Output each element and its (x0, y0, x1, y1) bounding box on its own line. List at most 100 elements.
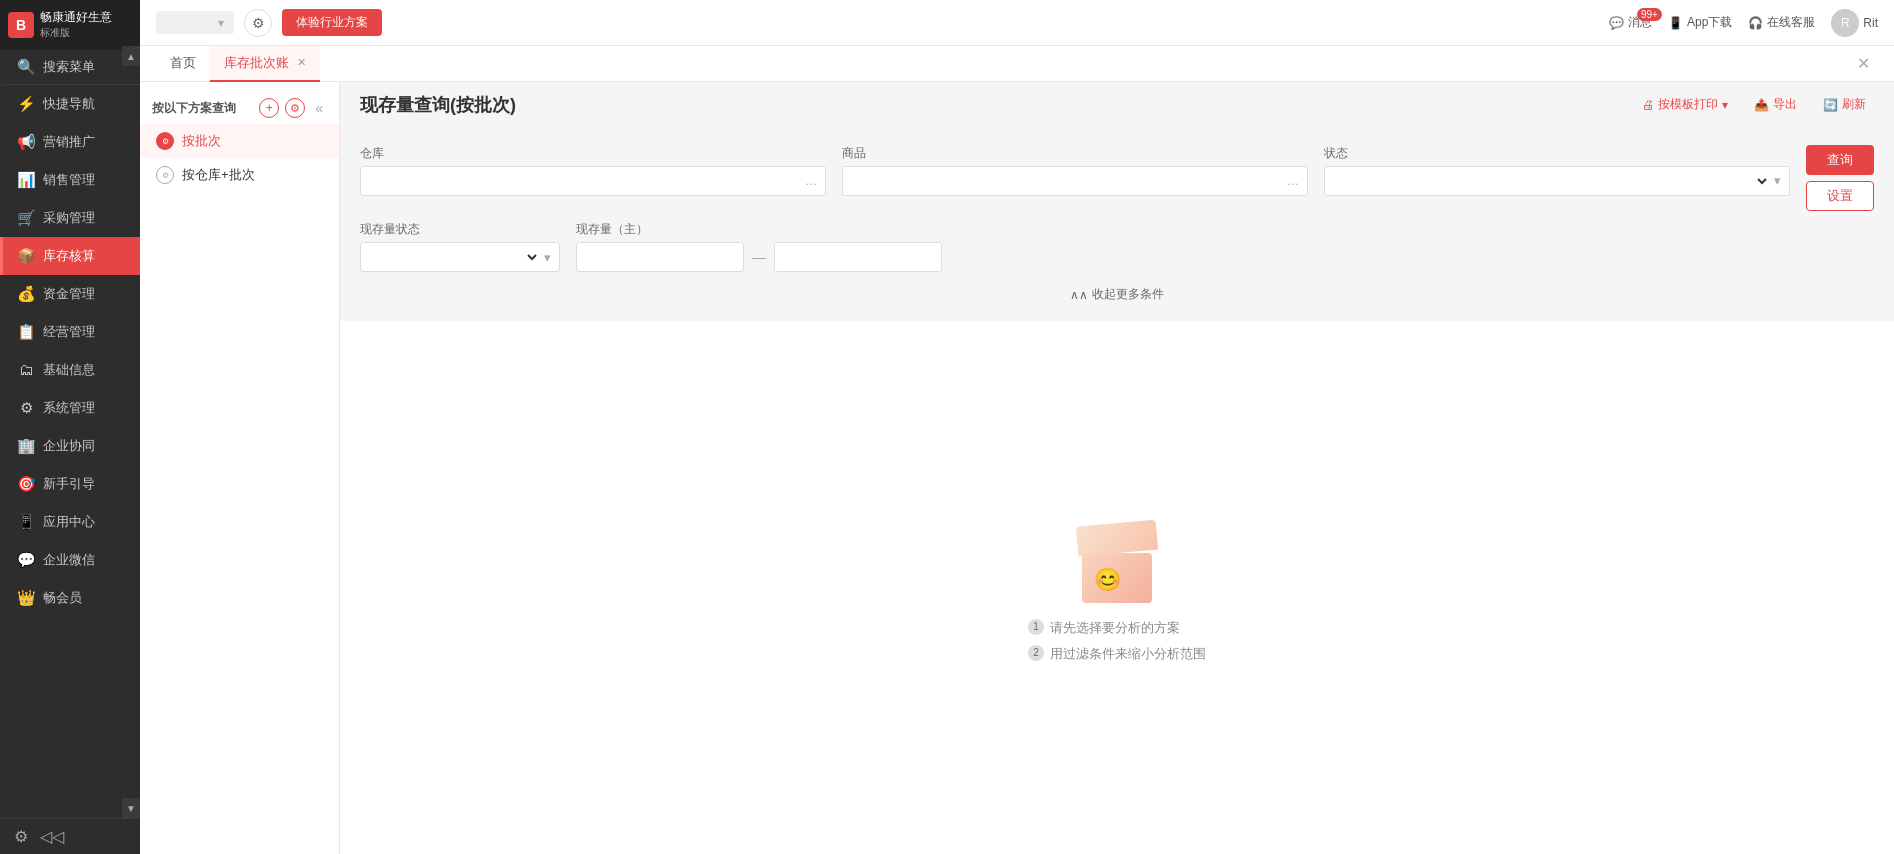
sidebar-item-sales[interactable]: 📊 销售管理 (0, 161, 140, 199)
plan-item-by-warehouse-batch[interactable]: ⚙ 按仓库+批次 (140, 158, 339, 192)
sidebar-item-system[interactable]: ⚙ 系统管理 (0, 389, 140, 427)
query-btn[interactable]: 查询 (1806, 145, 1874, 175)
plan-item-by-batch[interactable]: ⚙ 按批次 (140, 124, 339, 158)
online-service-btn[interactable]: 🎧 在线客服 (1748, 14, 1815, 31)
status-label: 状态 (1324, 145, 1790, 162)
collapse-up-icon: ∧∧ (1070, 288, 1088, 302)
stock-status-select-wrap[interactable]: ▾ (360, 242, 560, 272)
quick-nav-icon: ⚡ (17, 95, 35, 113)
plan-settings-btn[interactable]: ⚙ (285, 98, 305, 118)
product-input[interactable] (851, 174, 1283, 188)
add-plan-btn[interactable]: + (259, 98, 279, 118)
warehouse-input-wrap[interactable]: … (360, 166, 826, 196)
box-face: 😊 (1094, 567, 1121, 593)
stock-amount-range: — (576, 242, 942, 272)
sidebar-item-basic[interactable]: 🗂 基础信息 (0, 351, 140, 389)
sidebar-item-enterprise[interactable]: 🏢 企业协同 (0, 427, 140, 465)
inventory-icon: 📦 (17, 247, 35, 265)
warehouse-label: 仓库 (360, 145, 826, 162)
filter-row-1: 仓库 … 商品 … (360, 129, 1874, 211)
enterprise-icon: 🏢 (17, 437, 35, 455)
print-chevron-icon: ▾ (1722, 98, 1728, 112)
sidebar-item-quick-nav[interactable]: ⚡ 快捷导航 (0, 85, 140, 123)
tab-close-all-icon[interactable]: ✕ (1849, 54, 1878, 73)
breadcrumb: ▾ (156, 11, 234, 34)
username-label: Rit (1863, 16, 1878, 30)
filter-area: 仓库 … 商品 … (340, 117, 1894, 321)
sidebar-item-finance[interactable]: 💰 资金管理 (0, 275, 140, 313)
warehouse-input[interactable] (369, 174, 801, 188)
operations-icon: 📋 (17, 323, 35, 341)
stock-status-chevron-icon: ▾ (544, 250, 551, 265)
app-logo: B (8, 12, 34, 38)
tab-home[interactable]: 首页 (156, 46, 210, 82)
print-btn[interactable]: 🖨 按模板打印 ▾ (1634, 92, 1736, 117)
refresh-btn[interactable]: 🔄 刷新 (1815, 92, 1874, 117)
inventory-label: 库存核算 (43, 247, 95, 265)
experience-btn[interactable]: 体验行业方案 (282, 9, 382, 36)
status-chevron-icon: ▾ (1774, 173, 1781, 188)
plan-by-warehouse-batch-label: 按仓库+批次 (182, 166, 255, 184)
export-btn[interactable]: 📤 导出 (1746, 92, 1805, 117)
topbar-gear-btn[interactable]: ⚙ (244, 9, 272, 37)
member-label: 畅会员 (43, 589, 82, 607)
tab-close-icon[interactable]: ✕ (297, 56, 306, 69)
status-select[interactable] (1333, 173, 1770, 189)
message-btn[interactable]: 💬 消息 99+ (1609, 14, 1652, 31)
enterprise-label: 企业协同 (43, 437, 95, 455)
collapse-panel-btn[interactable]: « (311, 100, 327, 116)
collapse-more-label: 收起更多条件 (1092, 286, 1164, 303)
tab-inventory-batch[interactable]: 库存批次账 ✕ (210, 46, 320, 82)
sidebar-item-search[interactable]: 🔍 搜索菜单 (0, 50, 140, 85)
stock-amount-to-wrap[interactable] (774, 242, 942, 272)
tip-num-1: 1 (1028, 619, 1044, 635)
stock-amount-to[interactable] (783, 250, 933, 264)
search-nav-label: 搜索菜单 (43, 58, 95, 76)
user-avatar[interactable]: R Rit (1831, 9, 1878, 37)
box-lid (1076, 519, 1158, 556)
collapse-more-btn[interactable]: ∧∧ 收起更多条件 (360, 280, 1874, 309)
product-more-icon[interactable]: … (1287, 174, 1299, 188)
sidebar-item-operations[interactable]: 📋 经营管理 (0, 313, 140, 351)
sidebar-item-wechat[interactable]: 💬 企业微信 (0, 541, 140, 579)
empty-tip-2: 2 用过滤条件来缩小分析范围 (1028, 645, 1206, 663)
wechat-icon: 💬 (17, 551, 35, 569)
sidebar-scroll-up[interactable]: ▲ (122, 46, 140, 66)
member-icon: 👑 (17, 589, 35, 607)
message-badge: 99+ (1637, 8, 1662, 21)
export-icon: 📤 (1754, 98, 1769, 112)
sidebar-item-purchase[interactable]: 🛒 采购管理 (0, 199, 140, 237)
right-content: 现存量查询(按批次) 🖨 按模板打印 ▾ 📤 导出 🔄 刷新 (340, 82, 1894, 854)
stock-status-select[interactable] (369, 249, 540, 265)
product-label: 商品 (842, 145, 1308, 162)
refresh-icon: 🔄 (1823, 98, 1838, 112)
sidebar-item-member[interactable]: 👑 畅会员 (0, 579, 140, 617)
settings-btn[interactable]: 设置 (1806, 181, 1874, 211)
topbar-right: 💬 消息 99+ 📱 App下载 🎧 在线客服 R Rit (1609, 9, 1878, 37)
sidebar-scroll-down[interactable]: ▼ (122, 798, 140, 818)
sidebar-item-inventory[interactable]: 📦 库存核算 (0, 237, 140, 275)
warehouse-more-icon[interactable]: … (805, 174, 817, 188)
page-header-actions: 🖨 按模板打印 ▾ 📤 导出 🔄 刷新 (1634, 92, 1874, 117)
app-download-btn[interactable]: 📱 App下载 (1668, 14, 1732, 31)
main-area: ▾ ⚙ 体验行业方案 💬 消息 99+ 📱 App下载 🎧 在线客服 R (140, 0, 1894, 854)
filter-row-2: 现存量状态 ▾ 现存量（主） (360, 221, 1874, 272)
sidebar-nav: ⚡ 快捷导航 📢 营销推广 📊 销售管理 🛒 采购管理 📦 库存核算 💰 资金管… (0, 85, 140, 818)
sidebar-item-marketing[interactable]: 📢 营销推广 (0, 123, 140, 161)
warehouse-filter-group: 仓库 … (360, 145, 826, 196)
sidebar-item-apps[interactable]: 📱 应用中心 (0, 503, 140, 541)
sidebar: B 畅康通好生意 标准版 🔍 搜索菜单 ⚡ 快捷导航 📢 营销推广 📊 销售管理… (0, 0, 140, 854)
stock-amount-from[interactable] (585, 250, 735, 264)
status-select-wrap[interactable]: ▾ (1324, 166, 1790, 196)
settings-icon[interactable]: ⚙ (14, 827, 28, 846)
empty-illustration: 😊 (1072, 513, 1162, 603)
stock-amount-from-wrap[interactable] (576, 242, 744, 272)
message-icon: 💬 (1609, 16, 1624, 30)
stock-amount-label: 现存量（主） (576, 221, 942, 238)
topbar-left: ▾ ⚙ 体验行业方案 (156, 9, 382, 37)
collapse-sidebar-icon[interactable]: ◁◁ (40, 827, 64, 846)
product-input-wrap[interactable]: … (842, 166, 1308, 196)
sidebar-item-newbie[interactable]: 🎯 新手引导 (0, 465, 140, 503)
topbar: ▾ ⚙ 体验行业方案 💬 消息 99+ 📱 App下载 🎧 在线客服 R (140, 0, 1894, 46)
online-service-label: 在线客服 (1767, 14, 1815, 31)
